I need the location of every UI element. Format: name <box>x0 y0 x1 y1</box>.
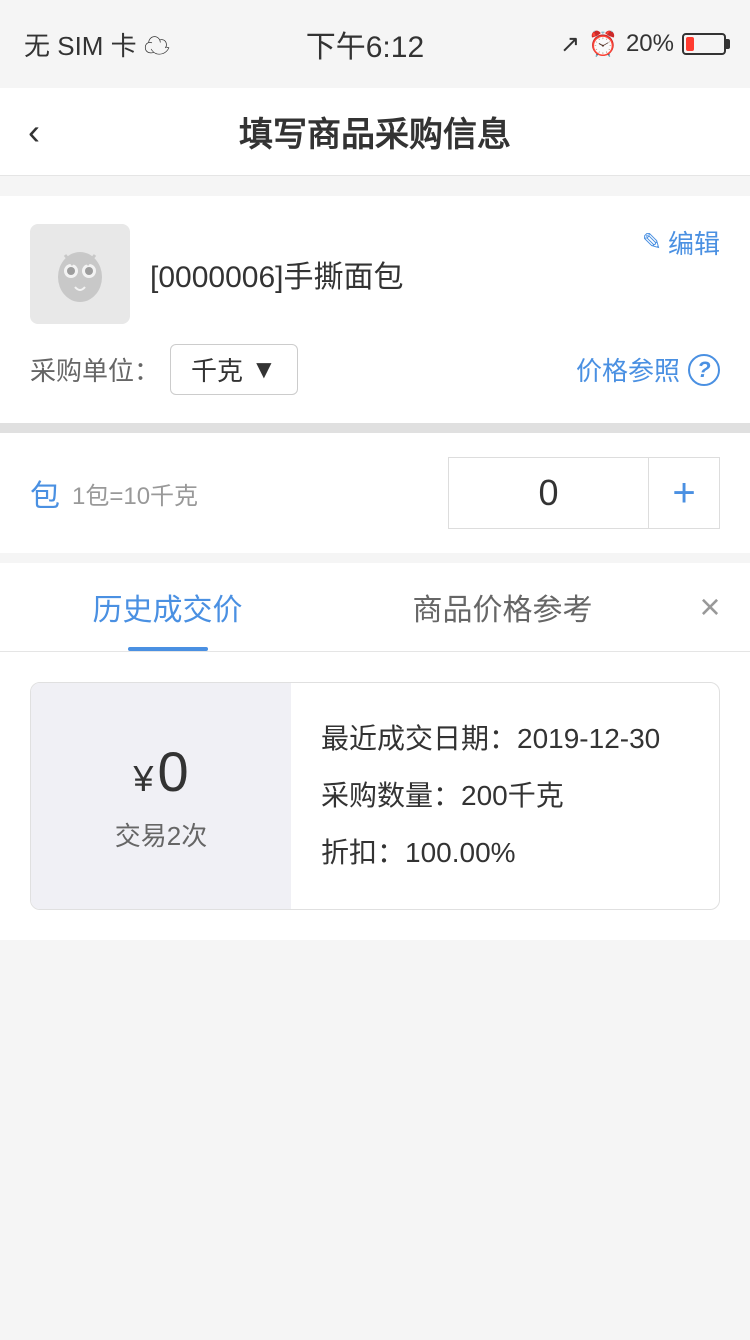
info-icon: ? <box>688 354 720 386</box>
product-logo-icon <box>45 239 115 309</box>
unit-select-dropdown[interactable]: 千克 ▼ <box>170 344 298 395</box>
bottom-panel: 历史成交价 商品价格参考 × ¥ 0 交易2次 最近成交日期：2019-12-3… <box>0 563 750 940</box>
location-icon: ↗ <box>560 30 580 59</box>
product-header: [0000006]手撕面包 ✎ 编辑 <box>30 224 720 324</box>
nav-bar: ‹ 填写商品采购信息 <box>0 88 750 176</box>
discount-value: 100.00% <box>405 837 516 868</box>
history-section: ¥ 0 交易2次 最近成交日期：2019-12-30 采购数量：200千克 折扣… <box>0 652 750 940</box>
tab-product-price-ref[interactable]: 商品价格参考 <box>335 563 670 651</box>
status-left: 无 SIM 卡 ☁ <box>24 26 170 63</box>
history-price-summary: ¥ 0 交易2次 <box>31 683 291 909</box>
tab-history-label: 历史成交价 <box>93 585 243 629</box>
quantity-input-group: + <box>448 457 720 529</box>
alarm-icon: ⏰ <box>588 30 618 59</box>
tabs-bar: 历史成交价 商品价格参考 × <box>0 563 750 652</box>
dropdown-arrow-icon: ▼ <box>251 354 277 385</box>
edit-label: 编辑 <box>668 224 720 261</box>
price-ref-label: 价格参照 <box>576 351 680 388</box>
product-thumbnail <box>30 224 130 324</box>
quantity-value: 200千克 <box>461 780 564 811</box>
footer-space <box>0 940 750 1340</box>
quantity-input[interactable] <box>448 457 648 529</box>
edit-icon: ✎ <box>642 228 662 257</box>
tab-active-indicator <box>128 647 208 651</box>
back-button[interactable]: ‹ <box>28 111 40 153</box>
discount-label: 折扣： <box>321 837 405 868</box>
unit-value: 千克 <box>191 351 243 388</box>
unit-text-label: 采购单位： <box>30 351 160 388</box>
battery-percent: 20% <box>626 30 674 58</box>
discount-line: 折扣：100.00% <box>321 833 689 872</box>
tab-close-button[interactable]: × <box>670 563 750 651</box>
sim-label: 无 SIM 卡 ☁ <box>24 26 170 63</box>
currency-symbol: ¥ <box>133 758 153 800</box>
latest-date-line: 最近成交日期：2019-12-30 <box>321 719 689 758</box>
quantity-hint: 1包=10千克 <box>72 476 198 511</box>
product-card: [0000006]手撕面包 ✎ 编辑 采购单位： 千克 ▼ 价格参照 ? <box>0 196 750 423</box>
trade-count: 交易2次 <box>115 816 207 853</box>
history-details: 最近成交日期：2019-12-30 采购数量：200千克 折扣：100.00% <box>291 683 719 909</box>
price-ref-button[interactable]: 价格参照 ? <box>576 351 720 388</box>
price-value: 0 <box>157 739 188 804</box>
section-divider <box>0 423 750 433</box>
tab-product-label: 商品价格参考 <box>413 585 593 629</box>
quantity-row: 包 1包=10千克 + <box>0 433 750 553</box>
edit-button[interactable]: ✎ 编辑 <box>642 224 720 261</box>
latest-date-label: 最近成交日期： <box>321 723 517 754</box>
product-name: [0000006]手撕面包 <box>150 252 403 296</box>
history-price-display: ¥ 0 <box>133 739 188 804</box>
purchase-quantity-line: 采购数量：200千克 <box>321 776 689 815</box>
latest-date-value: 2019-12-30 <box>517 723 660 754</box>
status-right: ↗ ⏰ 20% <box>560 30 726 59</box>
battery-icon <box>682 33 726 55</box>
status-time: 下午6:12 <box>306 22 424 66</box>
product-unit-row: 采购单位： 千克 ▼ 价格参照 ? <box>30 344 720 395</box>
tab-history-price[interactable]: 历史成交价 <box>0 563 335 651</box>
status-bar: 无 SIM 卡 ☁ 下午6:12 ↗ ⏰ 20% <box>0 0 750 88</box>
product-left: [0000006]手撕面包 <box>30 224 403 324</box>
quantity-label: 采购数量： <box>321 780 461 811</box>
quantity-plus-button[interactable]: + <box>648 457 720 529</box>
unit-label: 采购单位： 千克 ▼ <box>30 344 298 395</box>
quantity-unit-badge: 包 <box>30 471 60 515</box>
battery-fill <box>686 37 694 51</box>
history-card: ¥ 0 交易2次 最近成交日期：2019-12-30 采购数量：200千克 折扣… <box>30 682 720 910</box>
quantity-unit-label: 包 1包=10千克 <box>30 471 198 515</box>
page-title: 填写商品采购信息 <box>239 107 511 156</box>
